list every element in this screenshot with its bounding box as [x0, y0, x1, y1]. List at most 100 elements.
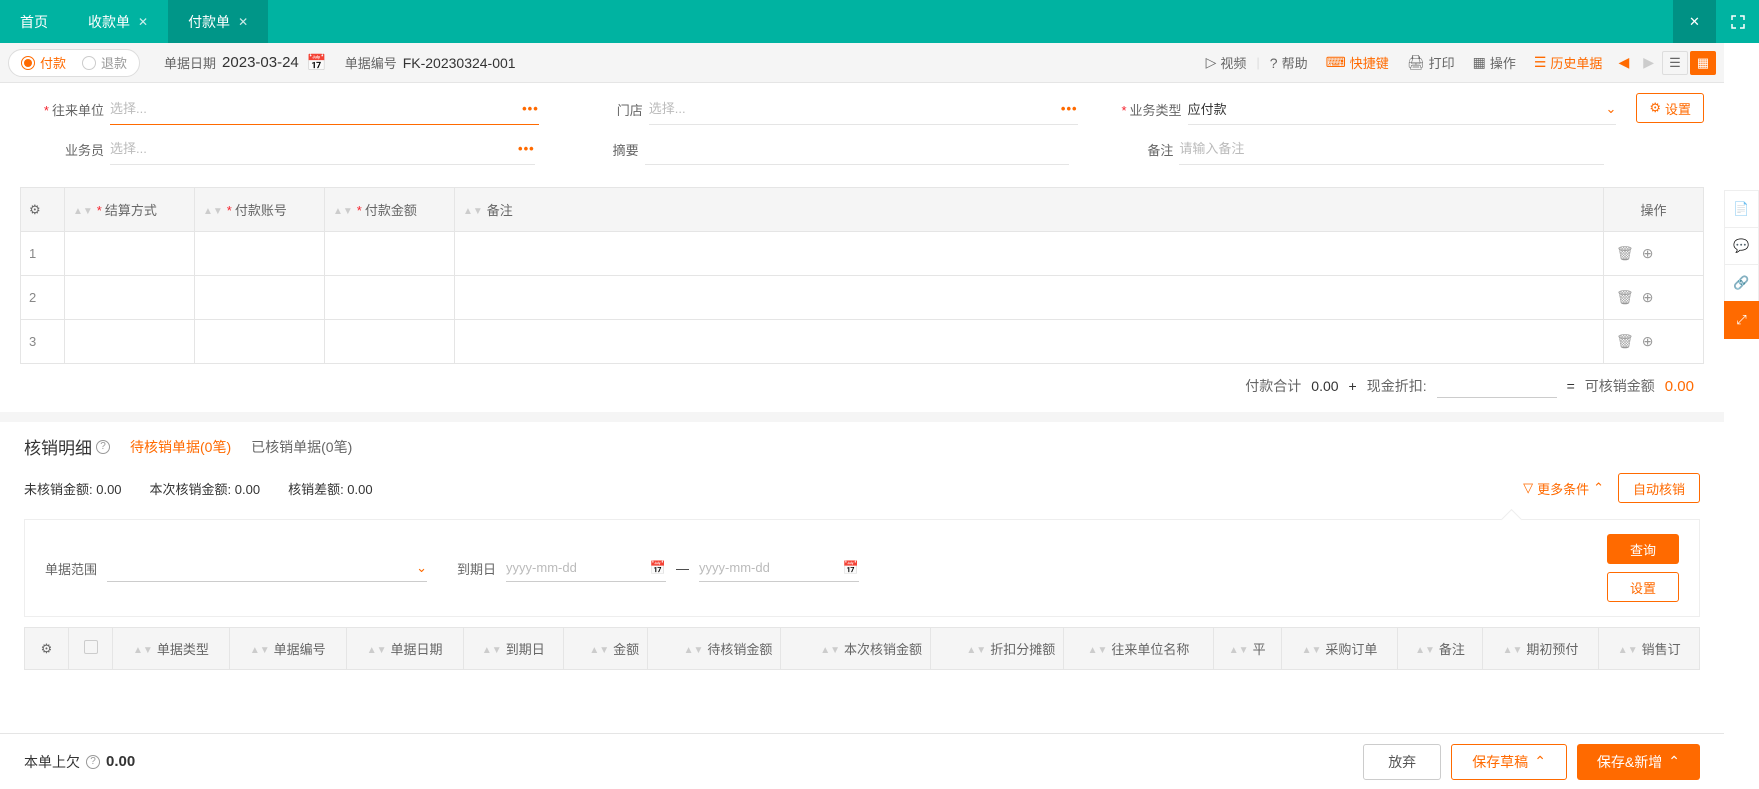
due-to-input[interactable]: yyyy-mm-dd📅 [699, 554, 859, 582]
more-conditions-button[interactable]: ▽更多条件⌃ [1523, 479, 1604, 498]
add-icon[interactable]: ⊕ [1642, 333, 1654, 349]
tab-done[interactable]: 已核销单据(0笔) [251, 437, 352, 457]
biztype-select[interactable]: 应付款⌄ [1188, 93, 1617, 125]
label: 打印 [1429, 53, 1455, 72]
remark-input[interactable] [1179, 133, 1604, 165]
next-doc-icon[interactable]: ▶ [1637, 54, 1660, 71]
history-button[interactable]: ☰历史单据 [1526, 53, 1611, 72]
col-amount[interactable]: ▲▼*付款金额 [325, 188, 455, 232]
col-header[interactable]: ▲▼备注 [1398, 628, 1482, 670]
radio-pay[interactable]: 付款 [21, 53, 66, 72]
col-header[interactable]: ▲▼销售订 [1599, 628, 1700, 670]
col-header[interactable]: ▲▼采购订单 [1281, 628, 1398, 670]
due-from-input[interactable]: yyyy-mm-dd📅 [506, 554, 666, 582]
close-all-icon[interactable]: ✕ [1673, 0, 1716, 43]
fullscreen-icon[interactable] [1716, 0, 1759, 43]
partner-input[interactable]: ••• [110, 93, 539, 125]
help-icon[interactable]: ? [96, 440, 110, 454]
col-header[interactable]: ▲▼单据日期 [346, 628, 463, 670]
row-actions: 🗑⊕ [1604, 232, 1704, 276]
sort-icon: ▲▼ [966, 648, 986, 654]
tab-pending[interactable]: 待核销单据(0笔) [130, 437, 231, 457]
shortcut-button[interactable]: ⌨快捷键 [1318, 53, 1397, 72]
radio-refund[interactable]: 退款 [82, 53, 127, 72]
help-button[interactable]: ?帮助 [1262, 53, 1316, 72]
dock-comment-icon[interactable]: 💬 [1724, 227, 1759, 265]
chevron-up-icon: ⌃ [1668, 753, 1680, 770]
prev-doc-icon[interactable]: ◀ [1612, 54, 1635, 71]
view-list-icon[interactable]: ☰ [1662, 51, 1688, 75]
col-header[interactable]: ▲▼金额 [564, 628, 648, 670]
more-icon[interactable]: ••• [1061, 101, 1078, 116]
col-remark[interactable]: ▲▼备注 [455, 188, 1604, 232]
close-icon[interactable]: ✕ [238, 15, 248, 29]
due-label: 到期日 [457, 559, 496, 578]
save-draft-button[interactable]: 保存草稿⌃ [1451, 744, 1567, 780]
discard-button[interactable]: 放弃 [1363, 744, 1441, 780]
table-row[interactable]: 3🗑⊕ [21, 320, 1704, 364]
radio-icon [21, 56, 35, 70]
checkbox-header[interactable] [69, 628, 113, 670]
shop-input[interactable]: ••• [649, 93, 1078, 125]
col-header[interactable]: ▲▼待核销金额 [648, 628, 781, 670]
col-header[interactable]: ▲▼单据编号 [229, 628, 346, 670]
col-settle[interactable]: ▲▼*结算方式 [65, 188, 195, 232]
radio-icon [82, 56, 96, 70]
add-icon[interactable]: ⊕ [1642, 245, 1654, 261]
col-header[interactable]: ▲▼平 [1213, 628, 1281, 670]
col-header[interactable]: ▲▼本次核销金额 [781, 628, 931, 670]
tab-receipt[interactable]: 收款单✕ [68, 0, 168, 43]
gear-header[interactable]: ⚙ [21, 188, 65, 232]
col-header[interactable]: ▲▼期初预付 [1482, 628, 1599, 670]
more-icon[interactable]: ••• [522, 101, 539, 116]
label: 历史单据 [1550, 53, 1602, 72]
close-icon[interactable]: ✕ [138, 15, 148, 29]
gear-header[interactable]: ⚙ [25, 628, 69, 670]
sort-icon: ▲▼ [589, 648, 609, 654]
table-row[interactable]: 1🗑⊕ [21, 232, 1704, 276]
salesman-input[interactable]: ••• [110, 133, 535, 165]
calendar-icon[interactable]: 📅 [307, 53, 327, 73]
dock-expand-icon[interactable]: ⤢ [1724, 301, 1759, 339]
tab-home[interactable]: 首页 [0, 0, 68, 43]
play-icon: ▷ [1206, 54, 1217, 71]
verify-table: ⚙ ▲▼单据类型▲▼单据编号▲▼单据日期▲▼到期日▲▼金额▲▼待核销金额▲▼本次… [24, 627, 1700, 670]
filter-settings-button[interactable]: 设置 [1607, 572, 1679, 602]
auto-verify-button[interactable]: 自动核销 [1618, 473, 1700, 503]
partner-label: *往来单位 [20, 100, 110, 119]
discount-input[interactable] [1437, 374, 1557, 398]
doc-header-toolbar: 付款 退款 单据日期 2023-03-24 📅 单据编号 FK-20230324… [0, 43, 1724, 83]
add-icon[interactable]: ⊕ [1642, 289, 1654, 305]
grid-icon: ▦ [1473, 54, 1486, 71]
col-account[interactable]: ▲▼*付款账号 [195, 188, 325, 232]
tab-payment[interactable]: 付款单 ✕ [168, 0, 268, 43]
video-button[interactable]: ▷视频 [1198, 53, 1255, 72]
save-new-button[interactable]: 保存&新增⌃ [1577, 744, 1700, 780]
col-header[interactable]: ▲▼往来单位名称 [1064, 628, 1214, 670]
delete-icon[interactable]: 🗑 [1616, 245, 1634, 261]
sort-icon: ▲▼ [203, 209, 223, 215]
col-header[interactable]: ▲▼到期日 [463, 628, 563, 670]
summary-input[interactable] [645, 133, 1070, 165]
settings-button[interactable]: ⚙设置 [1636, 93, 1704, 123]
docno-label: 单据编号 [345, 53, 397, 72]
help-icon[interactable]: ? [86, 755, 100, 769]
dock-draft-icon[interactable]: 📄 [1724, 190, 1759, 228]
range-select[interactable]: ⌄ [107, 554, 427, 582]
dock-link-icon[interactable]: 🔗 [1724, 264, 1759, 302]
chevron-down-icon[interactable]: ⌄ [1605, 101, 1616, 117]
table-row[interactable]: 2🗑⊕ [21, 276, 1704, 320]
col-header[interactable]: ▲▼折扣分摊额 [931, 628, 1064, 670]
delete-icon[interactable]: 🗑 [1616, 333, 1634, 349]
tab-label: 付款单 [188, 12, 230, 32]
operate-button[interactable]: ▦操作 [1465, 53, 1524, 72]
more-icon[interactable]: ••• [518, 141, 535, 156]
sort-icon: ▲▼ [684, 648, 704, 654]
owe-value: 0.00 [106, 753, 135, 770]
view-grid-icon[interactable]: ▦ [1690, 51, 1716, 75]
delete-icon[interactable]: 🗑 [1616, 289, 1634, 305]
diff-amount: 核销差额: 0.00 [288, 479, 373, 498]
query-button[interactable]: 查询 [1607, 534, 1679, 564]
print-button[interactable]: 🖨打印 [1399, 53, 1463, 72]
col-header[interactable]: ▲▼单据类型 [113, 628, 230, 670]
